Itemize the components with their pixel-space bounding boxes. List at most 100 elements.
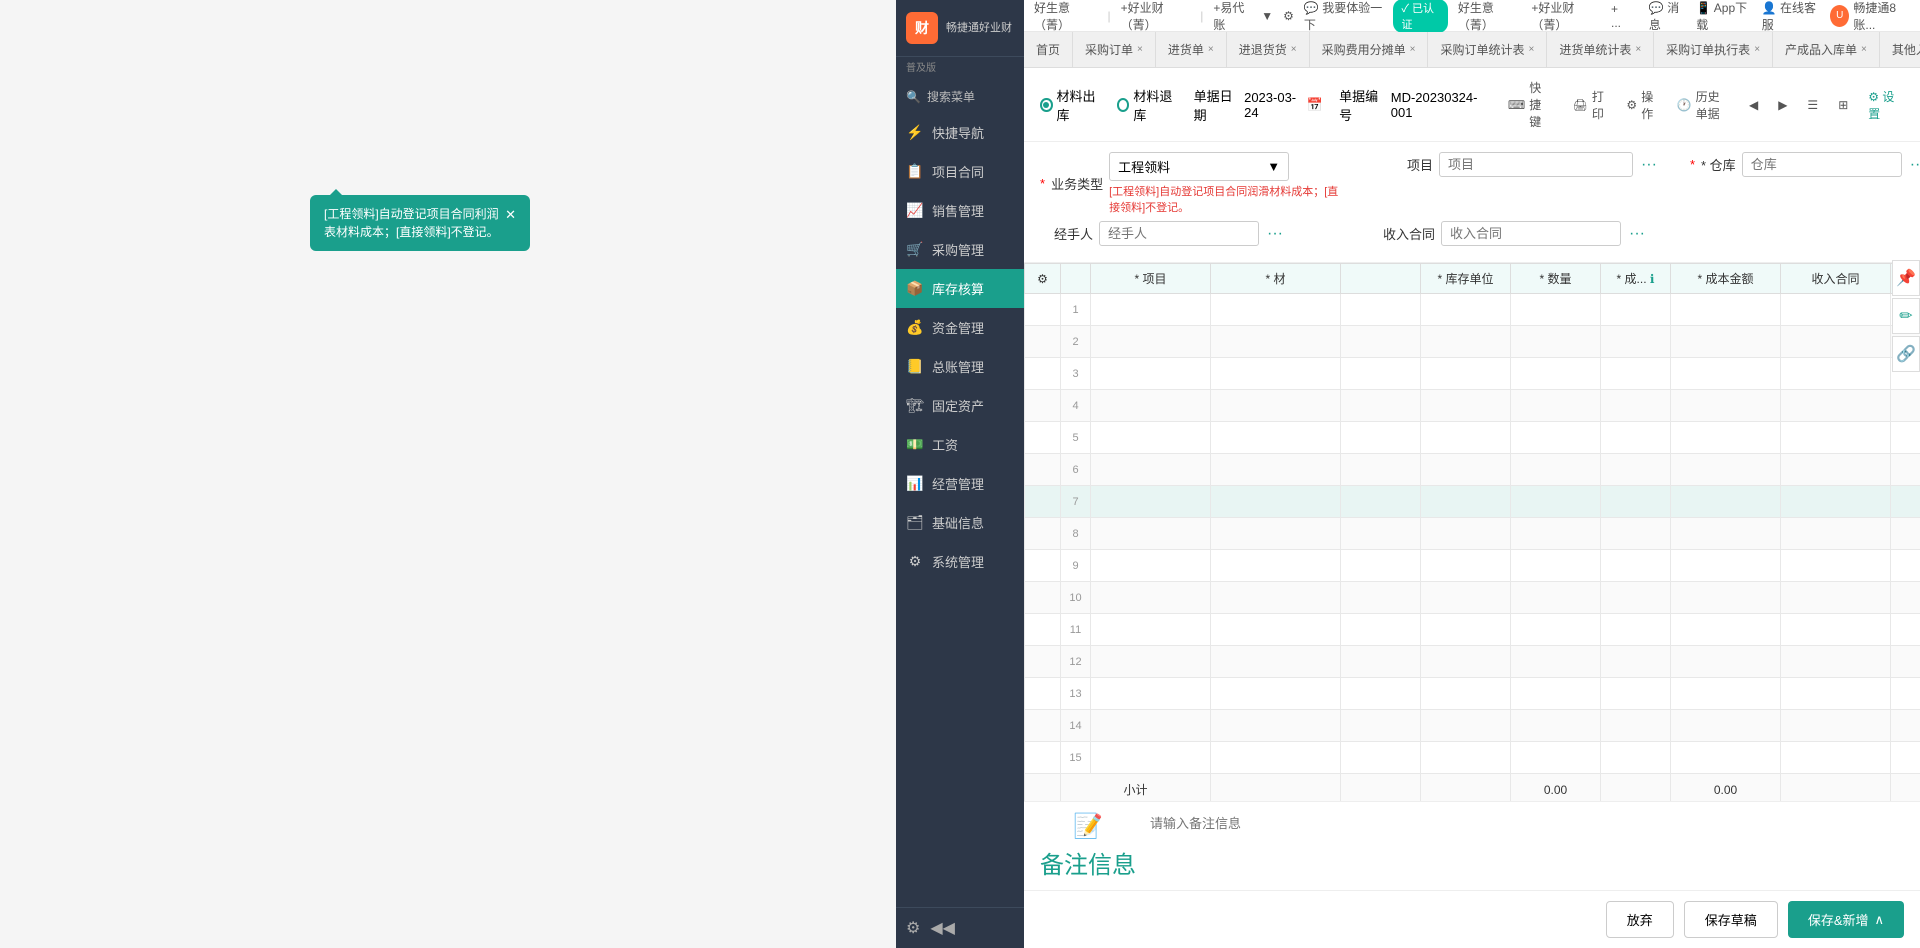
row-spec-cell[interactable] (1341, 614, 1421, 646)
row-cost-amount-cell[interactable] (1671, 646, 1781, 678)
tab-purchase-stat[interactable]: 采购订单统计表× (1428, 32, 1547, 68)
tab-close-icon[interactable]: × (1861, 44, 1867, 55)
row-spec-cell[interactable] (1341, 422, 1421, 454)
row-cost-amount-cell[interactable] (1671, 390, 1781, 422)
row-income-contract-cell[interactable] (1781, 678, 1891, 710)
tab-close-icon[interactable]: × (1754, 44, 1760, 55)
row-qty-cell[interactable] (1511, 326, 1601, 358)
right-tool-edit[interactable]: ✏ (1892, 298, 1920, 334)
row-material-cell[interactable] (1211, 294, 1341, 326)
row-spec-cell[interactable] (1341, 742, 1421, 774)
row-project-cell[interactable] (1091, 646, 1211, 678)
row-spec-cell[interactable] (1341, 710, 1421, 742)
row-available-cell[interactable] (1891, 486, 1920, 518)
row-qty-cell[interactable] (1511, 550, 1601, 582)
row-project-cell[interactable] (1091, 678, 1211, 710)
row-income-contract-cell[interactable] (1781, 710, 1891, 742)
warehouse-input[interactable] (1742, 152, 1902, 177)
row-spec-cell[interactable] (1341, 582, 1421, 614)
row-unit-cell[interactable] (1421, 358, 1511, 390)
row-unit-cell[interactable] (1421, 742, 1511, 774)
row-spec-cell[interactable] (1341, 518, 1421, 550)
income-contract-input[interactable] (1441, 221, 1621, 246)
row-qty-cell[interactable] (1511, 678, 1601, 710)
row-material-cell[interactable] (1211, 326, 1341, 358)
row-material-cell[interactable] (1211, 518, 1341, 550)
row-cost-cell[interactable] (1601, 486, 1671, 518)
row-material-cell[interactable] (1211, 358, 1341, 390)
list-view-btn[interactable]: ☰ (1801, 95, 1824, 115)
business-type-select[interactable]: 工程领料 ▼ (1109, 152, 1289, 181)
topnav-settings-icon[interactable]: ⚙ (1283, 9, 1294, 23)
handler-dots-btn[interactable]: ··· (1267, 225, 1283, 243)
radio-material-return[interactable]: 材料退库 (1117, 86, 1178, 124)
row-spec-cell[interactable] (1341, 486, 1421, 518)
print-btn[interactable]: 🖨 打印 (1567, 85, 1613, 125)
row-cost-cell[interactable] (1601, 326, 1671, 358)
sidebar-item-sales[interactable]: 📈 销售管理 (896, 191, 1024, 230)
col-settings-header[interactable]: ⚙ (1025, 264, 1061, 294)
topnav-item-haoyecai[interactable]: +好业财（菁） (1121, 0, 1191, 33)
row-income-contract-cell[interactable] (1781, 550, 1891, 582)
save-new-button[interactable]: 保存&新增 ∧ (1788, 901, 1904, 938)
row-cost-cell[interactable] (1601, 614, 1671, 646)
row-spec-cell[interactable] (1341, 550, 1421, 582)
row-cost-cell[interactable] (1601, 422, 1671, 454)
row-cost-cell[interactable] (1601, 454, 1671, 486)
save-draft-button[interactable]: 保存草稿 (1684, 901, 1778, 938)
topnav-app[interactable]: 📱 App下载 (1696, 0, 1752, 33)
tab-receive-stat[interactable]: 进货单统计表× (1547, 32, 1654, 68)
row-qty-cell[interactable] (1511, 390, 1601, 422)
row-project-cell[interactable] (1091, 550, 1211, 582)
calendar-icon[interactable]: 📅 (1307, 97, 1323, 113)
topnav-more[interactable]: + ... (1611, 2, 1629, 30)
row-income-contract-cell[interactable] (1781, 518, 1891, 550)
row-cost-amount-cell[interactable] (1671, 454, 1781, 486)
tab-home[interactable]: 首页 (1024, 32, 1073, 68)
topnav-item-yidaizhang[interactable]: +易代账 (1213, 0, 1251, 33)
tab-execute[interactable]: 采购订单执行表× (1654, 32, 1773, 68)
row-cost-cell[interactable] (1601, 550, 1671, 582)
row-material-cell[interactable] (1211, 742, 1341, 774)
row-material-cell[interactable] (1211, 454, 1341, 486)
row-available-cell[interactable] (1891, 550, 1920, 582)
topnav-dropdown-arrow[interactable]: ▼ (1261, 9, 1273, 23)
next-btn[interactable]: ▶ (1772, 95, 1793, 115)
row-spec-cell[interactable] (1341, 646, 1421, 678)
radio-material-out[interactable]: 材料出库 (1040, 86, 1101, 124)
project-input[interactable] (1439, 152, 1633, 177)
tab-expense[interactable]: 采购费用分摊单× (1310, 32, 1429, 68)
row-cost-amount-cell[interactable] (1671, 582, 1781, 614)
sidebar-item-inventory[interactable]: 📦 库存核算 (896, 269, 1024, 308)
sidebar-item-ops[interactable]: 📊 经营管理 (896, 464, 1024, 503)
tab-close-icon[interactable]: × (1410, 44, 1416, 55)
row-material-cell[interactable] (1211, 550, 1341, 582)
row-project-cell[interactable] (1091, 614, 1211, 646)
prev-btn[interactable]: ◀ (1743, 95, 1764, 115)
row-qty-cell[interactable] (1511, 646, 1601, 678)
row-unit-cell[interactable] (1421, 486, 1511, 518)
row-cost-cell[interactable] (1601, 742, 1671, 774)
handler-input[interactable] (1099, 221, 1259, 246)
row-available-cell[interactable] (1891, 742, 1920, 774)
row-cost-amount-cell[interactable] (1671, 326, 1781, 358)
sidebar-item-finance[interactable]: 💰 资金管理 (896, 308, 1024, 347)
topnav-user[interactable]: U 畅捷通8账... (1830, 0, 1910, 33)
tab-close-icon[interactable]: × (1208, 44, 1214, 55)
row-income-contract-cell[interactable] (1781, 454, 1891, 486)
sidebar-item-purchase[interactable]: 🛒 采购管理 (896, 230, 1024, 269)
row-income-contract-cell[interactable] (1781, 646, 1891, 678)
row-spec-cell[interactable] (1341, 390, 1421, 422)
row-project-cell[interactable] (1091, 422, 1211, 454)
row-income-contract-cell[interactable] (1781, 358, 1891, 390)
row-income-contract-cell[interactable] (1781, 422, 1891, 454)
row-qty-cell[interactable] (1511, 486, 1601, 518)
operate-btn[interactable]: ⚙ 操作 (1620, 85, 1662, 125)
row-material-cell[interactable] (1211, 422, 1341, 454)
row-cost-amount-cell[interactable] (1671, 294, 1781, 326)
row-cost-cell[interactable] (1601, 518, 1671, 550)
row-cost-cell[interactable] (1601, 646, 1671, 678)
sidebar-item-ledger[interactable]: 📒 总账管理 (896, 347, 1024, 386)
row-qty-cell[interactable] (1511, 518, 1601, 550)
row-material-cell[interactable] (1211, 710, 1341, 742)
